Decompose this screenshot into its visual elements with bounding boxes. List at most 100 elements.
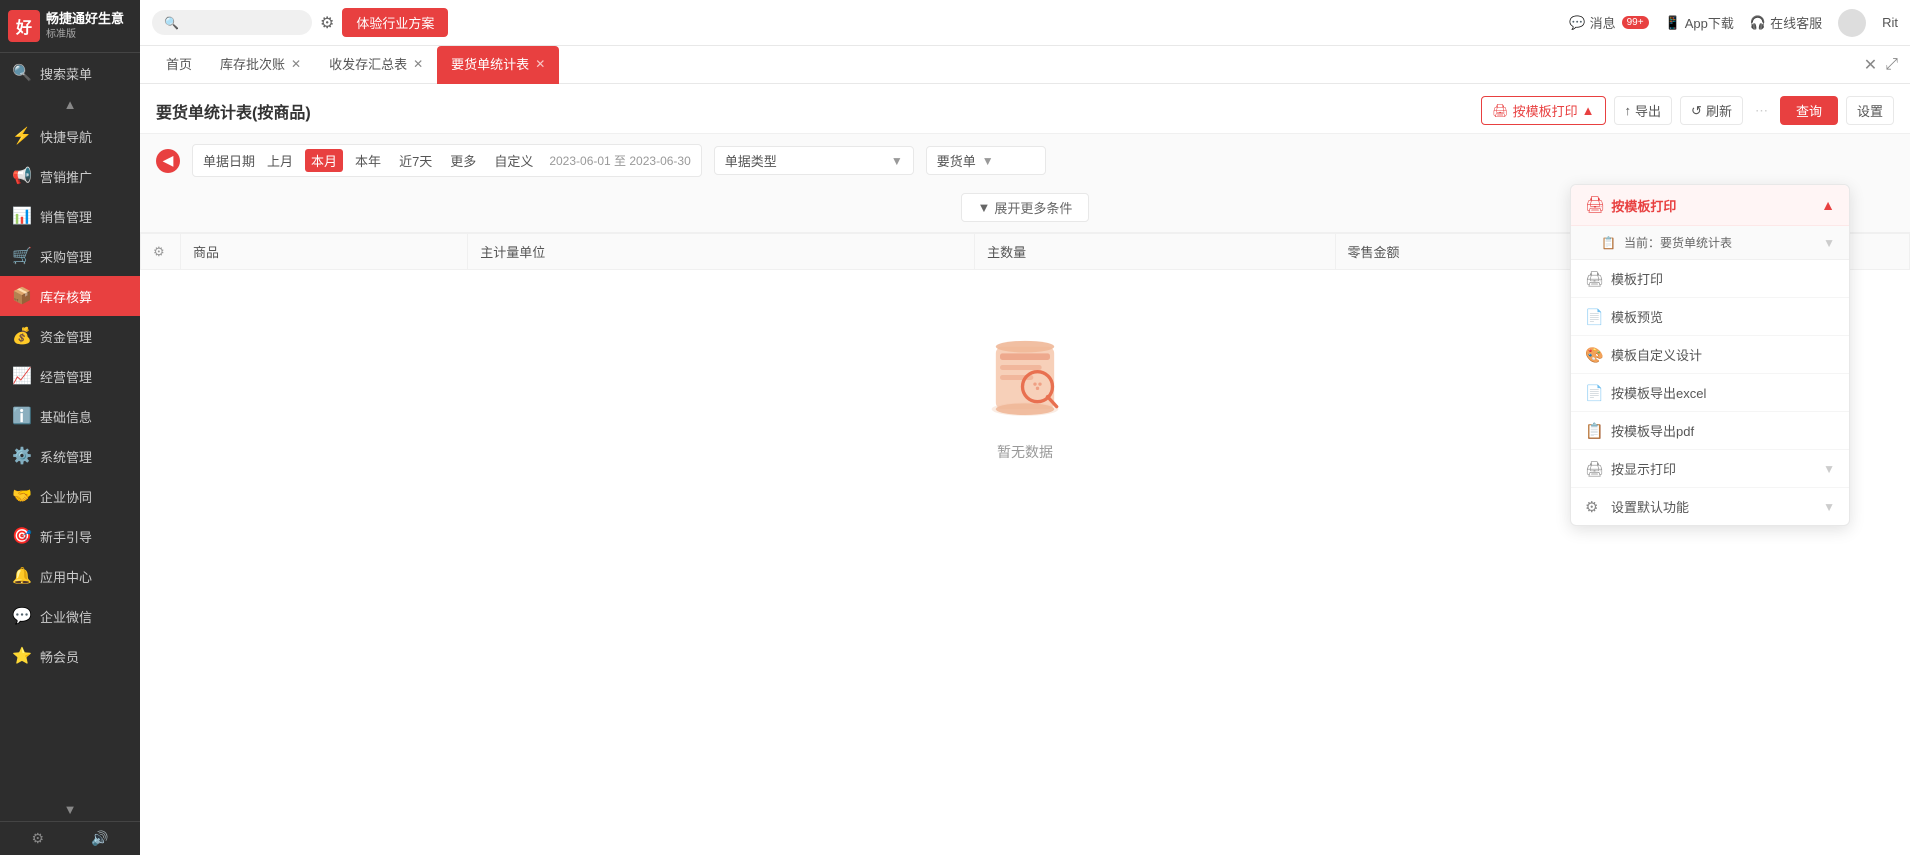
date-btn-7days[interactable]: 近7天	[393, 149, 438, 172]
order-type-label: 单据类型	[725, 151, 891, 170]
sidebar-item-marketing[interactable]: 📢 营销推广	[0, 156, 140, 196]
tab-receipt-summary[interactable]: 收发存汇总表 ✕	[315, 46, 437, 84]
date-btn-more[interactable]: 更多	[444, 149, 482, 172]
dropdown-item-template-preview[interactable]: 📄 模板预览	[1571, 298, 1849, 336]
display-print-label: 按显示打印	[1611, 459, 1823, 478]
tab-order-stats[interactable]: 要货单统计表 ✕	[437, 46, 559, 84]
display-print-icon: 🖨	[1585, 460, 1603, 478]
message-btn[interactable]: 💬 消息 99+	[1569, 13, 1648, 32]
sidebar-item-sales[interactable]: 📊 销售管理	[0, 196, 140, 236]
date-btn-this-year[interactable]: 本年	[349, 149, 387, 172]
nav-label: 基础信息	[40, 407, 92, 426]
topbar-right: 💬 消息 99+ 📱 App下载 🎧 在线客服 Rit	[1569, 9, 1898, 37]
tab-close-btn[interactable]: ✕	[1864, 55, 1877, 75]
sidebar-item-guide[interactable]: 🎯 新手引导	[0, 516, 140, 556]
dropdown-collapse-icon[interactable]: ▲	[1821, 197, 1835, 213]
dropdown-header-left: 🖨 按模板打印	[1585, 195, 1676, 215]
dropdown-section-default-func[interactable]: ⚙ 设置默认功能 ▼	[1571, 488, 1849, 525]
footer-audio-btn[interactable]: 🔊	[91, 830, 108, 847]
date-btn-this-month[interactable]: 本月	[305, 149, 343, 172]
query-btn[interactable]: 查询	[1780, 96, 1838, 125]
tab-maximize-btn[interactable]: ⤢	[1885, 56, 1898, 74]
sidebar-item-quick-nav[interactable]: ⚡ 快捷导航	[0, 116, 140, 156]
nav-label: 经营管理	[40, 367, 92, 386]
template-preview-icon: 📄	[1585, 308, 1603, 326]
quick-nav-icon: ⚡	[12, 126, 32, 146]
empty-illustration	[975, 330, 1075, 430]
sidebar-item-app[interactable]: 🔔 应用中心	[0, 556, 140, 596]
dropdown-item-template-print[interactable]: 🖨 模板打印	[1571, 260, 1849, 298]
dropdown-printer-icon: 🖨	[1585, 195, 1605, 215]
date-btn-last-month[interactable]: 上月	[261, 149, 299, 172]
tabbar-actions: ✕ ⤢	[1864, 55, 1898, 75]
footer-settings-btn[interactable]: ⚙	[32, 830, 45, 847]
topbar-gear-icon[interactable]: ⚙	[320, 13, 334, 33]
dropdown-current-template[interactable]: 📋 当前：要货单统计表 ▼	[1571, 226, 1849, 260]
expand-icon: ▼	[978, 200, 991, 215]
trial-btn[interactable]: 体验行业方案	[342, 8, 448, 37]
guide-icon: 🎯	[12, 526, 32, 546]
print-dropdown: 🖨 按模板打印 ▲ 📋 当前：要货单统计表 ▼ 🖨 模板打印 📄	[1570, 184, 1850, 526]
nav-label: 快捷导航	[40, 127, 92, 146]
export-excel-icon: 📄	[1585, 384, 1603, 402]
order-type-filter[interactable]: 单据类型 ▼	[714, 146, 914, 175]
expand-more-btn[interactable]: ▼ 展开更多条件	[961, 193, 1090, 222]
th-unit: 主计量单位	[468, 234, 975, 270]
th-quantity: 主数量	[975, 234, 1335, 270]
nav-label: 系统管理	[40, 447, 92, 466]
goods-filter[interactable]: 要货单 ▼	[926, 146, 1046, 175]
table-settings-icon[interactable]: ⚙	[153, 244, 165, 259]
tab-batch-account[interactable]: 库存批次账 ✕	[206, 46, 315, 84]
th-settings[interactable]: ⚙	[141, 234, 181, 270]
sidebar-item-inventory[interactable]: 📦 库存核算	[0, 276, 140, 316]
topbar: 🔍 ⚙ 体验行业方案 💬 消息 99+ 📱 App下载 🎧 在线客服 Rit	[140, 0, 1910, 46]
date-btn-custom[interactable]: 自定义	[488, 149, 539, 172]
filter-row: ◀ 单据日期 上月 本月 本年 近7天 更多 自定义 2023-06-01 至 …	[156, 144, 1894, 177]
sidebar-scroll-up[interactable]: ▲	[0, 93, 140, 116]
printer-icon: 🖨	[1492, 103, 1509, 119]
settings-btn[interactable]: 设置	[1846, 96, 1894, 125]
sidebar-item-coop[interactable]: 🤝 企业协同	[0, 476, 140, 516]
service-btn[interactable]: 🎧 在线客服	[1750, 13, 1822, 32]
dropdown-item-export-excel[interactable]: 📄 按模板导出excel	[1571, 374, 1849, 412]
template-preview-label: 模板预览	[1611, 307, 1835, 326]
export-excel-label: 按模板导出excel	[1611, 383, 1835, 402]
tab-home[interactable]: 首页	[152, 46, 206, 84]
sidebar-item-operation[interactable]: 📈 经营管理	[0, 356, 140, 396]
message-badge: 99+	[1622, 16, 1649, 29]
current-template-icon: 📋	[1601, 236, 1616, 250]
topbar-search[interactable]: 🔍	[152, 10, 312, 35]
refresh-btn[interactable]: ↺ 刷新	[1680, 96, 1743, 125]
dropdown-section-display-print[interactable]: 🖨 按显示打印 ▼	[1571, 450, 1849, 488]
nav-label: 企业微信	[40, 607, 92, 626]
user-avatar[interactable]	[1838, 9, 1866, 37]
date-filter: 单据日期 上月 本月 本年 近7天 更多 自定义 2023-06-01 至 20…	[192, 144, 702, 177]
empty-text: 暂无数据	[997, 442, 1053, 462]
tab-order-close[interactable]: ✕	[535, 57, 545, 71]
service-label: 在线客服	[1770, 13, 1822, 32]
dropdown-header: 🖨 按模板打印 ▲	[1571, 185, 1849, 226]
sidebar-item-purchase[interactable]: 🛒 采购管理	[0, 236, 140, 276]
main-area: 🔍 ⚙ 体验行业方案 💬 消息 99+ 📱 App下载 🎧 在线客服 Rit	[140, 0, 1910, 855]
app-download-btn[interactable]: 📱 App下载	[1665, 13, 1734, 32]
search-icon: 🔍	[12, 63, 32, 83]
sidebar-item-system[interactable]: ⚙️ 系统管理	[0, 436, 140, 476]
sidebar-item-finance[interactable]: 💰 资金管理	[0, 316, 140, 356]
app-icon: 📱	[1665, 15, 1681, 31]
tab-batch-close[interactable]: ✕	[291, 57, 301, 71]
date-range-text: 2023-06-01 至 2023-06-30	[549, 152, 690, 169]
export-btn[interactable]: ↑ 导出	[1614, 96, 1673, 125]
sidebar-item-wechat[interactable]: 💬 企业微信	[0, 596, 140, 636]
refresh-icon: ↺	[1691, 103, 1702, 119]
sidebar-scroll-down[interactable]: ▼	[0, 798, 140, 821]
filter-collapse-btn[interactable]: ◀	[156, 149, 180, 173]
dropdown-item-export-pdf[interactable]: 📋 按模板导出pdf	[1571, 412, 1849, 450]
sidebar-item-member[interactable]: ⭐ 畅会员	[0, 636, 140, 676]
print-btn[interactable]: 🖨 按模板打印 ▲	[1481, 96, 1605, 125]
dropdown-item-template-custom[interactable]: 🎨 模板自定义设计	[1571, 336, 1849, 374]
headset-icon: 🎧	[1750, 15, 1766, 31]
member-icon: ⭐	[12, 646, 32, 666]
tab-receipt-close[interactable]: ✕	[413, 57, 423, 71]
sidebar-item-basic[interactable]: ℹ️ 基础信息	[0, 396, 140, 436]
sidebar-item-search[interactable]: 🔍 搜索菜单	[0, 53, 140, 93]
